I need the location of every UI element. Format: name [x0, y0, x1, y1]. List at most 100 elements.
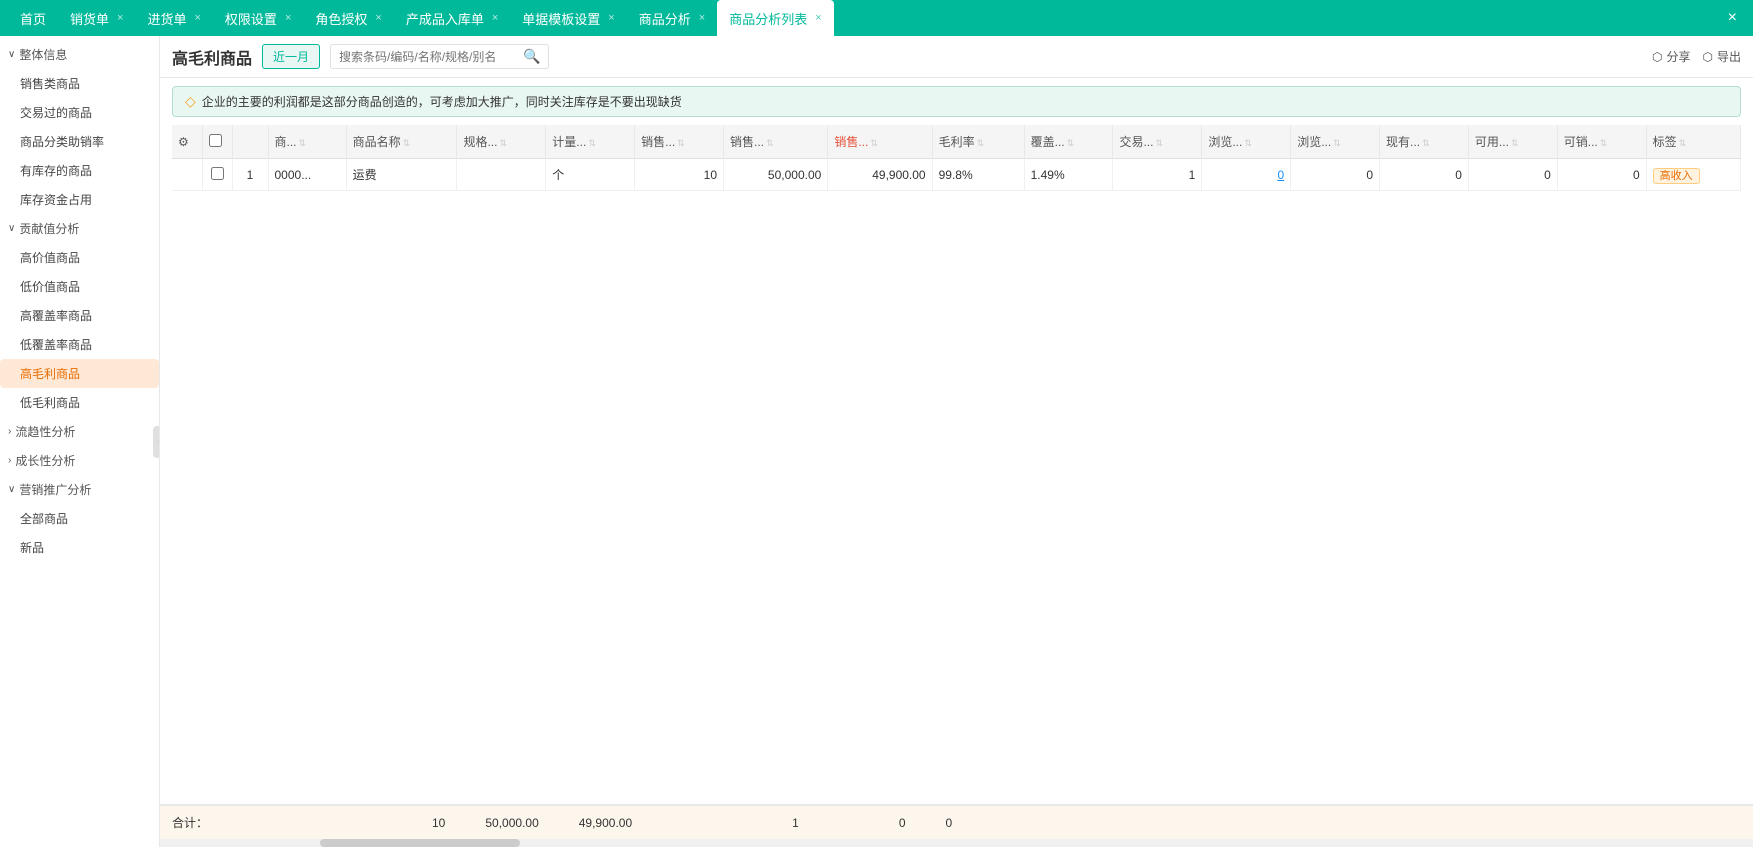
close-sales-tab[interactable]: ×: [117, 12, 123, 24]
sidebar-item-new-products[interactable]: 新品: [0, 533, 159, 562]
th-tag[interactable]: 标签⇅: [1646, 125, 1740, 159]
sidebar-group-marketing[interactable]: ∨ 营销推广分析: [0, 475, 159, 504]
td-coverage: 1.49%: [1024, 159, 1113, 191]
th-trade-count[interactable]: 交易...⇅: [1113, 125, 1202, 159]
page-title: 高毛利商品: [172, 45, 252, 69]
close-template-tab[interactable]: ×: [608, 12, 614, 24]
td-tag: 高收入: [1646, 159, 1740, 191]
close-all-tabs[interactable]: ×: [1720, 9, 1745, 27]
header-actions: ⬡ 分享 ⬡ 导出: [1652, 48, 1741, 65]
sidebar-item-low-value[interactable]: 低价值商品: [0, 272, 159, 301]
nav-tab-product-entry[interactable]: 产成品入库单 ×: [394, 0, 510, 36]
td-stock-saleable: 0: [1557, 159, 1646, 191]
search-input[interactable]: [339, 50, 519, 64]
td-checkbox[interactable]: [202, 159, 232, 191]
close-analysis-list-tab[interactable]: ×: [815, 12, 821, 24]
export-btn[interactable]: ⬡ 导出: [1703, 48, 1742, 65]
table-container: ⚙ 商...⇅ 商品名称⇅ 规格...⇅ 计量...⇅ 销售...⇅ 销售...…: [172, 125, 1741, 804]
th-browse2[interactable]: 浏览...⇅: [1291, 125, 1380, 159]
nav-tab-permission[interactable]: 权限设置 ×: [213, 0, 303, 36]
sidebar-group-growth[interactable]: › 成长性分析: [0, 446, 159, 475]
td-browse1[interactable]: 0: [1202, 159, 1291, 191]
close-product-entry-tab[interactable]: ×: [492, 12, 498, 24]
td-trade-count: 1: [1113, 159, 1202, 191]
nav-tab-sales[interactable]: 销货单 ×: [58, 0, 135, 36]
row-checkbox[interactable]: [211, 167, 224, 180]
td-sales-profit: 49,900.00: [828, 159, 932, 191]
th-code[interactable]: 商...⇅: [268, 125, 346, 159]
td-stock-available: 0: [1468, 159, 1557, 191]
sidebar-item-traded-products[interactable]: 交易过的商品: [0, 98, 159, 127]
sidebar-item-high-freq[interactable]: 高覆盖率商品: [0, 301, 159, 330]
sidebar-item-all-products[interactable]: 全部商品: [0, 504, 159, 533]
footer-label: 合计：: [172, 814, 252, 831]
td-name: 运费: [346, 159, 457, 191]
th-sales-qty[interactable]: 销售...⇅: [635, 125, 724, 159]
footer-stock-available: 0: [946, 816, 953, 830]
filter-recent-month[interactable]: 近一月: [262, 44, 320, 69]
th-spec[interactable]: 规格...⇅: [457, 125, 546, 159]
td-num: 1: [232, 159, 268, 191]
scroll-thumb[interactable]: [320, 839, 520, 847]
footer-sales-amount: 50,000.00: [485, 816, 538, 830]
th-name[interactable]: 商品名称⇅: [346, 125, 457, 159]
arrow-marketing: ∨: [8, 484, 15, 495]
footer-total: 合计： 10 50,000.00 49,900.00 1 0 0: [160, 804, 1753, 839]
arrow-growth: ›: [8, 455, 11, 466]
arrow-financial: ∨: [8, 223, 15, 234]
td-sales-amount: 50,000.00: [724, 159, 828, 191]
th-sales-profit[interactable]: 销售...⇅: [828, 125, 932, 159]
nav-tab-analysis[interactable]: 商品分析 ×: [627, 0, 717, 36]
sidebar-item-in-stock[interactable]: 有库存的商品: [0, 156, 159, 185]
th-stock-current[interactable]: 现有...⇅: [1380, 125, 1469, 159]
sidebar-group-trend[interactable]: › 流趋性分析: [0, 417, 159, 446]
close-permission-tab[interactable]: ×: [285, 12, 291, 24]
nav-tab-role[interactable]: 角色授权 ×: [303, 0, 393, 36]
info-text: 企业的主要的利润都是这部分商品创造的，可考虑加大推广，同时关注库存是不要出现缺货: [202, 93, 682, 110]
nav-tab-analysis-list[interactable]: 商品分析列表 ×: [717, 0, 833, 36]
sidebar-item-sales-products[interactable]: 销售类商品: [0, 69, 159, 98]
share-btn[interactable]: ⬡ 分享: [1652, 48, 1691, 65]
footer-sales-profit: 49,900.00: [579, 816, 632, 830]
th-margin-rate[interactable]: 毛利率⇅: [932, 125, 1024, 159]
th-stock-saleable[interactable]: 可销...⇅: [1557, 125, 1646, 159]
sidebar-item-low-freq[interactable]: 低覆盖率商品: [0, 330, 159, 359]
nav-tab-template[interactable]: 单据模板设置 ×: [510, 0, 626, 36]
sidebar-item-low-margin[interactable]: 低毛利商品: [0, 388, 159, 417]
info-icon: ◇: [185, 93, 196, 110]
sidebar-item-high-margin[interactable]: 高毛利商品: [0, 359, 159, 388]
footer-stock-current: 0: [839, 816, 906, 830]
td-code: 0000...: [268, 159, 346, 191]
sidebar-collapse-btn[interactable]: «: [153, 426, 160, 458]
th-settings[interactable]: ⚙: [172, 125, 202, 159]
close-purchase-tab[interactable]: ×: [194, 12, 200, 24]
th-unit[interactable]: 计量...⇅: [546, 125, 635, 159]
search-box: 🔍: [330, 44, 549, 69]
td-settings: [172, 159, 202, 191]
table-row: 1 0000... 运费 个: [172, 159, 1741, 191]
th-coverage[interactable]: 覆盖...⇅: [1024, 125, 1113, 159]
top-nav: 首页 销货单 × 进货单 × 权限设置 × 角色授权 × 产成品入库单 × 单据…: [0, 0, 1753, 36]
nav-tab-purchase[interactable]: 进货单 ×: [135, 0, 212, 36]
nav-tab-home[interactable]: 首页: [8, 0, 58, 36]
export-icon: ⬡: [1703, 50, 1713, 64]
sidebar-item-capital-occupy[interactable]: 库存资金占用: [0, 185, 159, 214]
th-sales-amount[interactable]: 销售...⇅: [724, 125, 828, 159]
sidebar-item-analysis-rate[interactable]: 商品分类助销率: [0, 127, 159, 156]
td-browse2: 0: [1291, 159, 1380, 191]
close-role-tab[interactable]: ×: [375, 12, 381, 24]
th-checkbox[interactable]: [202, 125, 232, 159]
sidebar-item-high-value[interactable]: 高价值商品: [0, 243, 159, 272]
horizontal-scrollbar[interactable]: [160, 839, 1753, 847]
footer-cells: 10 50,000.00 49,900.00 1 0 0: [252, 816, 1741, 830]
close-analysis-tab[interactable]: ×: [699, 12, 705, 24]
th-stock-available[interactable]: 可用...⇅: [1468, 125, 1557, 159]
footer-trade-count: 1: [672, 816, 799, 830]
arrow-trend: ›: [8, 426, 11, 437]
th-browse1[interactable]: 浏览...⇅: [1202, 125, 1291, 159]
select-all-checkbox[interactable]: [209, 134, 222, 147]
search-icon[interactable]: 🔍: [523, 48, 540, 65]
main-layout: « ∨ 整体信息 销售类商品 交易过的商品 商品分类助销率 有库存的商品 库存资…: [0, 36, 1753, 847]
sidebar-group-financial[interactable]: ∨ 贡献值分析: [0, 214, 159, 243]
sidebar-group-overall[interactable]: ∨ 整体信息: [0, 40, 159, 69]
